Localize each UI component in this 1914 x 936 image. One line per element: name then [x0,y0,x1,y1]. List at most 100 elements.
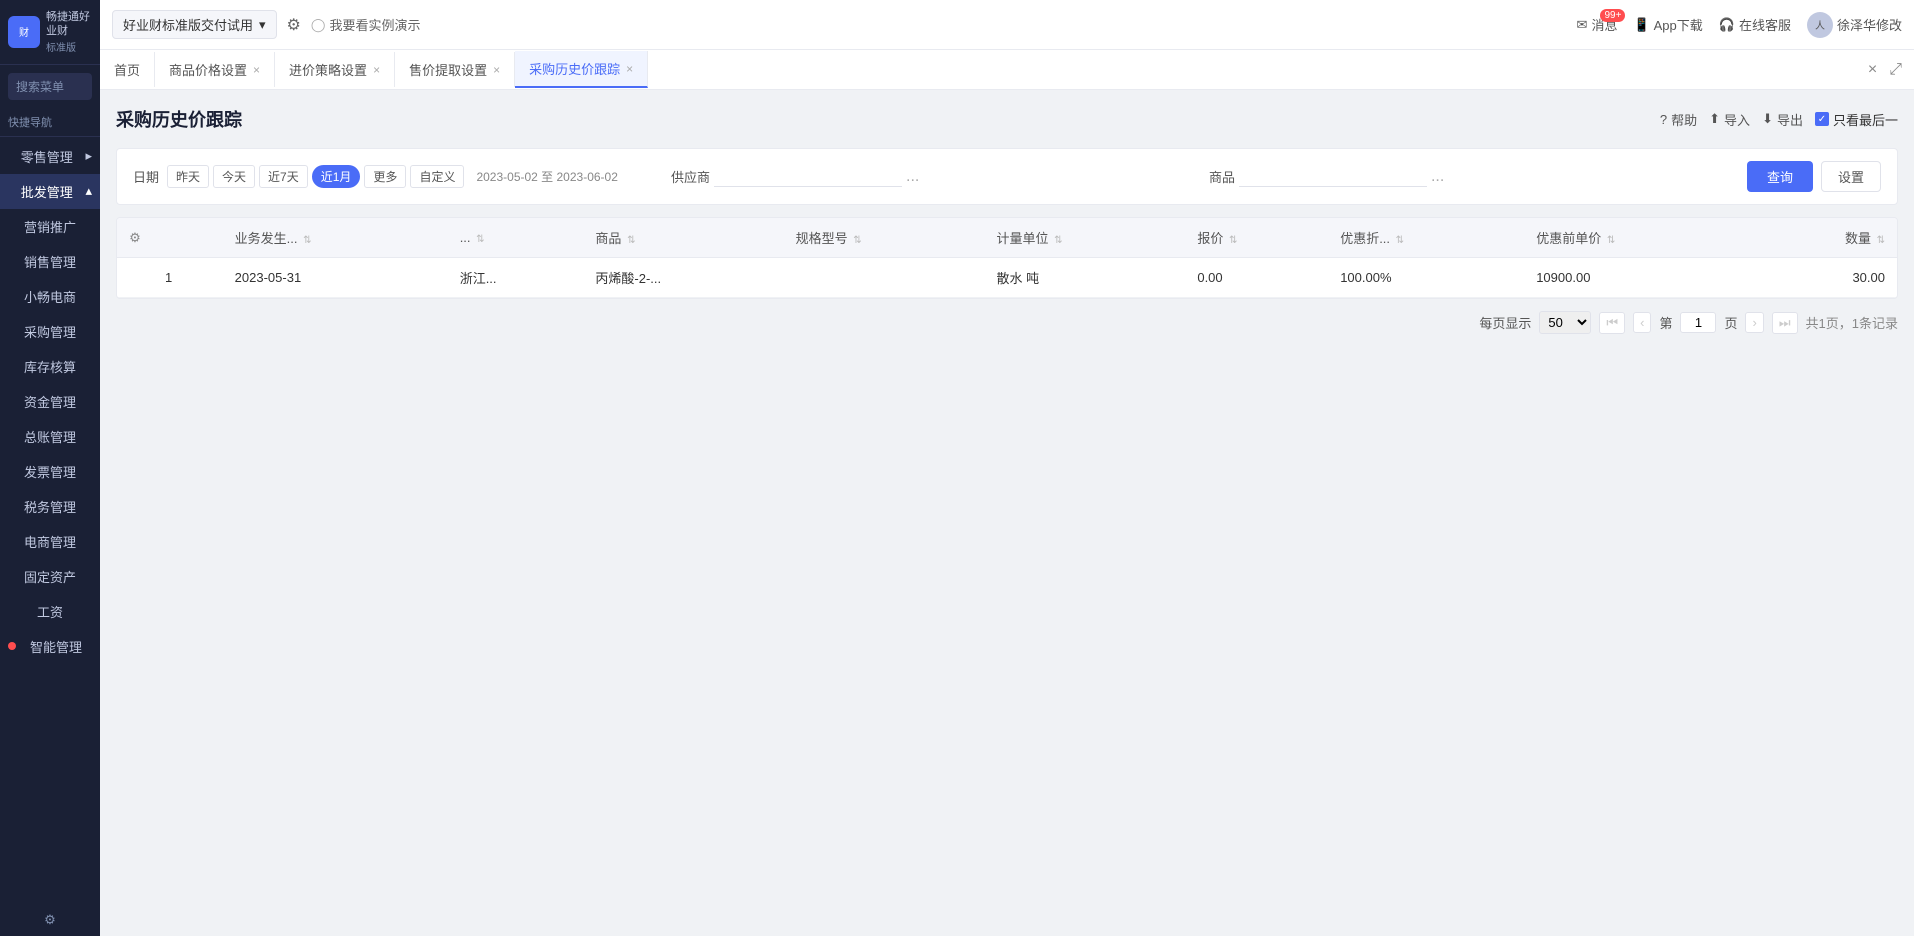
th-quantity[interactable]: 数量 ⇅ [1754,218,1897,258]
th-original-price[interactable]: 优惠前单价 ⇅ [1524,218,1754,258]
page-last-btn[interactable]: ⏭ [1772,312,1798,334]
tab-purchase-strategy-close[interactable]: × [373,63,380,77]
page-content: 采购历史价跟踪 ? 帮助 ⬆ 导入 ⬇ 导出 ✓ 只 [100,90,1914,936]
message-icon: ✉ [1577,17,1588,33]
th-discount[interactable]: 优惠折... ⇅ [1328,218,1524,258]
tab-price-close[interactable]: × [253,63,260,77]
user-menu[interactable]: 人 徐泽华修改 [1807,12,1902,38]
app-download-label: App下载 [1654,15,1703,34]
tab-close-all-icon[interactable]: × [1864,59,1881,81]
th-more[interactable]: ... ⇅ [448,218,584,258]
search-menu-button[interactable]: 搜索菜单 [8,73,92,100]
app-name: 畅捷通好业财 [46,10,92,39]
supplier-input[interactable] [714,167,902,187]
message-badge: 99+ [1600,9,1625,22]
th-unit[interactable]: 计量单位 ⇅ [984,218,1185,258]
topbar-settings-icon[interactable]: ⚙ [287,15,301,35]
th-gear[interactable]: ⚙ [117,218,153,258]
page-first-btn[interactable]: ⏮ [1599,312,1625,334]
td-unit: 散水 吨 [984,258,1185,298]
per-page-select[interactable]: 50 10 20 100 [1539,311,1591,334]
date-btn-custom[interactable]: 自定义 [410,165,464,188]
user-name: 徐泽华修改 [1837,15,1902,34]
tab-history-price[interactable]: 采购历史价跟踪 × [515,51,648,88]
goods-input[interactable] [1239,167,1427,187]
sidebar-search-area: 搜索菜单 [0,65,100,108]
app-download-button[interactable]: 📱 App下载 [1633,15,1702,34]
th-goods[interactable]: 商品 ⇅ [583,218,783,258]
sidebar-item-general-ledger[interactable]: 总账管理 [0,419,100,454]
tab-price[interactable]: 商品价格设置 × [155,52,275,87]
date-btn-today[interactable]: 今天 [213,165,255,188]
tab-purchase-strategy[interactable]: 进价策略设置 × [275,52,395,87]
sidebar-item-tax[interactable]: 税务管理 [0,489,100,524]
sort-date-icon: ⇅ [303,235,311,246]
query-button[interactable]: 查询 [1747,161,1813,192]
sidebar-item-ecommerce[interactable]: 电商管理 [0,524,100,559]
sort-original-price-icon: ⇅ [1607,235,1615,246]
table-header-row: ⚙ 业务发生... ⇅ ... ⇅ 商品 ⇅ [117,218,1897,258]
sidebar-item-smart[interactable]: 智能管理 [0,629,100,664]
export-button[interactable]: ⬇ 导出 [1762,110,1803,129]
demo-link[interactable]: ◯ 我要看实例演示 [311,15,421,34]
help-icon: ? [1660,112,1667,127]
import-label: 导入 [1724,110,1750,129]
sidebar-item-finance[interactable]: 资金管理 [0,384,100,419]
goods-label: 商品 [1209,167,1235,186]
sidebar-item-inventory[interactable]: 库存核算 [0,349,100,384]
page-number-input[interactable] [1680,312,1716,333]
sort-goods-icon: ⇅ [627,235,635,246]
sidebar-item-purchase[interactable]: 采购管理 [0,314,100,349]
version-selector[interactable]: 好业财标准版交付试用 ▾ [112,10,277,39]
sidebar-item-fixed-assets[interactable]: 固定资产 [0,559,100,594]
sidebar-item-sales[interactable]: 销售管理 [0,244,100,279]
tab-price-label: 商品价格设置 [169,60,247,79]
table-row[interactable]: 1 2023-05-31 浙江... 丙烯酸-2-... 散水 吨 0.00 1… [117,258,1897,298]
tab-sale-price-close[interactable]: × [493,63,500,77]
tab-sale-price-label: 售价提取设置 [409,60,487,79]
sidebar-divider-1 [0,136,100,137]
tab-maximize-icon[interactable]: ⤢ [1885,59,1906,81]
tab-history-price-close[interactable]: × [626,62,633,76]
user-avatar: 人 [1807,12,1833,38]
tab-sale-price[interactable]: 售价提取设置 × [395,52,515,87]
help-button[interactable]: ? 帮助 [1660,110,1697,129]
date-btn-last7[interactable]: 近7天 [259,165,308,188]
tab-home[interactable]: 首页 [100,52,155,87]
chevron-right-icon: ▸ [85,148,92,164]
table-gear-icon[interactable]: ⚙ [129,230,141,245]
supplier-dots[interactable]: ... [906,168,919,186]
date-filter-label: 日期 [133,167,159,186]
supplier-filter: 供应商 ... [671,167,1193,187]
th-price[interactable]: 报价 ⇅ [1185,218,1328,258]
import-icon: ⬆ [1709,111,1720,127]
sidebar-item-marketing[interactable]: 营销推广 [0,209,100,244]
tabbar-right-area: × ⤢ [1856,59,1914,81]
th-date-label: 业务发生... [235,231,298,246]
checkbox-icon: ✓ [1815,112,1829,126]
import-button[interactable]: ⬆ 导入 [1709,110,1750,129]
filter-settings-button[interactable]: 设置 [1821,161,1881,192]
message-button[interactable]: ✉ 消息 99+ [1577,15,1618,34]
online-service-button[interactable]: 🎧 在线客服 [1719,15,1791,34]
topbar: 好业财标准版交付试用 ▾ ⚙ ◯ 我要看实例演示 ✉ 消息 99+ 📱 App下… [100,0,1914,50]
sidebar-item-ecommerce-small[interactable]: 小畅电商 [0,279,100,314]
chevron-down-icon: ▾ [259,17,266,33]
sidebar-item-retail[interactable]: 零售管理 ▸ [0,139,100,174]
supplier-label: 供应商 [671,167,710,186]
goods-dots[interactable]: ... [1431,168,1444,186]
sidebar-settings-button[interactable]: ⚙ [0,904,100,936]
th-date[interactable]: 业务发生... ⇅ [223,218,448,258]
sidebar-quicknav-label[interactable]: 快捷导航 [0,108,100,134]
sidebar-item-invoice[interactable]: 发票管理 [0,454,100,489]
sidebar-item-salary[interactable]: 工资 [0,594,100,629]
only-last-checkbox[interactable]: ✓ 只看最后一 [1815,110,1898,129]
date-btn-more[interactable]: 更多 [364,165,406,188]
page-prev-btn[interactable]: ‹ [1633,312,1651,333]
th-spec[interactable]: 规格型号 ⇅ [784,218,985,258]
date-btn-yesterday[interactable]: 昨天 [167,165,209,188]
page-next-btn[interactable]: › [1745,312,1763,333]
td-original-price: 10900.00 [1524,258,1754,298]
sidebar-item-wholesale[interactable]: 批发管理 ▴ [0,174,100,209]
date-btn-last1month[interactable]: 近1月 [312,165,361,188]
